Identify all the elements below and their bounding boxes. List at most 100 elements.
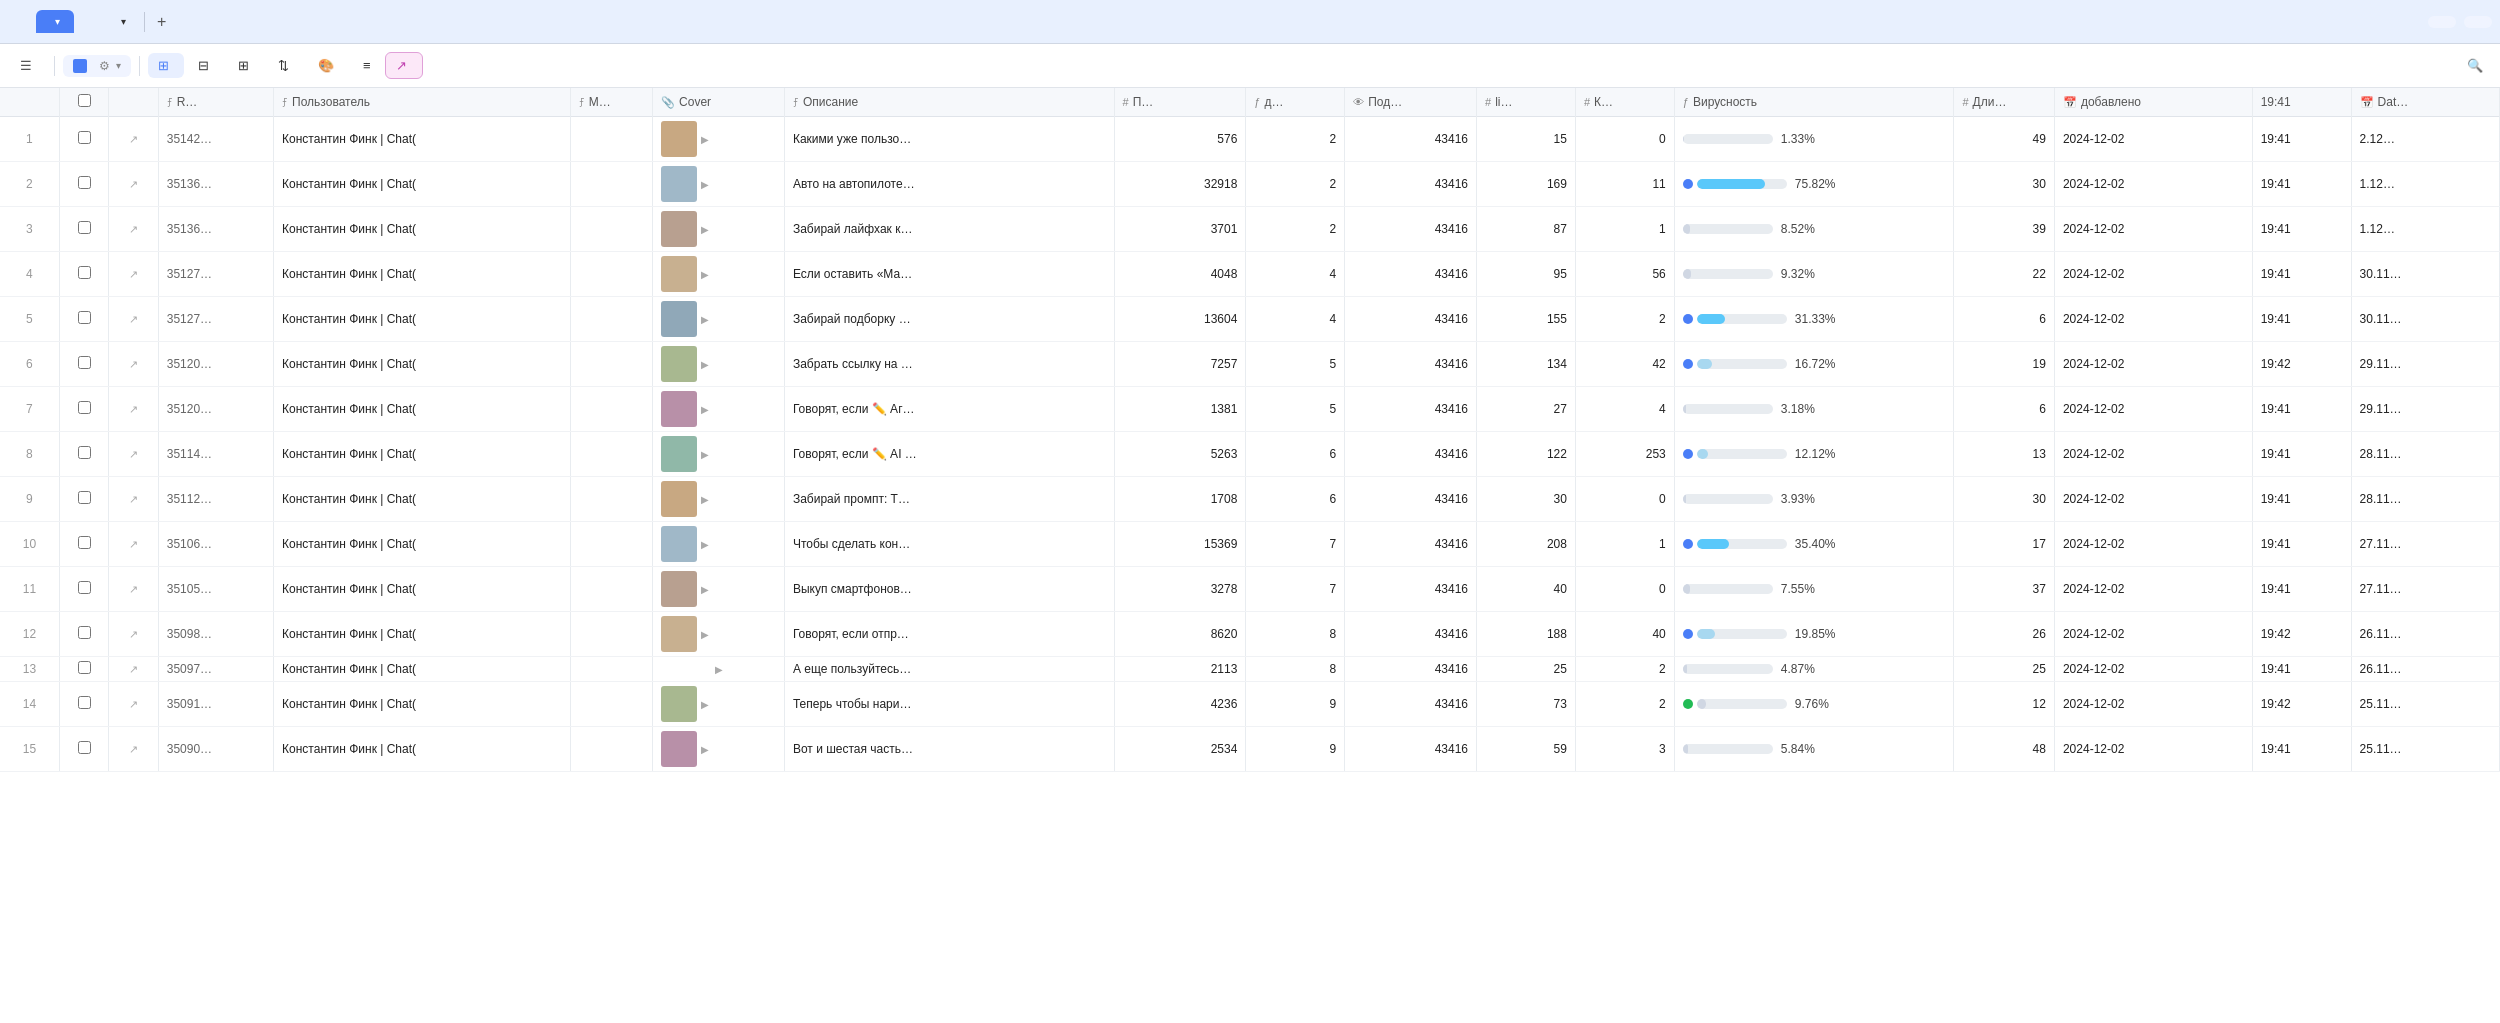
play-icon[interactable]: ▶ — [701, 224, 709, 235]
th-dlin[interactable]: #Дли… — [1954, 88, 2054, 117]
expand-icon[interactable]: ↗ — [129, 698, 138, 710]
th-li[interactable]: #li… — [1477, 88, 1576, 117]
row-checkbox[interactable] — [78, 446, 91, 459]
tab-myaccount[interactable]: ▾ — [102, 10, 140, 33]
th-virus[interactable]: ƒВирусность — [1674, 88, 1954, 117]
play-icon[interactable]: ▶ — [701, 134, 709, 145]
row-checkbox-cell[interactable] — [59, 252, 108, 297]
expand-icon[interactable]: ↗ — [129, 583, 138, 595]
tab-competitors[interactable] — [74, 16, 102, 28]
play-icon[interactable]: ▶ — [701, 314, 709, 325]
filter-button[interactable]: ⊟ — [188, 53, 224, 78]
views-toggle[interactable]: ☰ — [12, 58, 46, 73]
row-checkbox[interactable] — [78, 176, 91, 189]
row-checkbox-cell[interactable] — [59, 522, 108, 567]
select-all-checkbox[interactable] — [78, 94, 91, 107]
expand-icon[interactable]: ↗ — [129, 628, 138, 640]
row-expand-cell[interactable]: ↗ — [109, 477, 158, 522]
sort-button[interactable]: ⇅ — [268, 53, 304, 78]
row-checkbox[interactable] — [78, 131, 91, 144]
th-dat[interactable]: 📅Dat… — [2351, 88, 2499, 117]
expand-icon[interactable]: ↗ — [129, 663, 138, 675]
tab-users[interactable] — [8, 16, 36, 28]
row-expand-cell[interactable]: ↗ — [109, 727, 158, 772]
expand-icon[interactable]: ↗ — [129, 223, 138, 235]
th-k[interactable]: #К… — [1575, 88, 1674, 117]
tools-button[interactable] — [2464, 16, 2492, 28]
row-checkbox-cell[interactable] — [59, 432, 108, 477]
row-checkbox[interactable] — [78, 536, 91, 549]
search-button[interactable]: 🔍 — [2462, 53, 2488, 78]
row-expand-cell[interactable]: ↗ — [109, 162, 158, 207]
row-expand-cell[interactable]: ↗ — [109, 387, 158, 432]
expand-icon[interactable]: ↗ — [129, 178, 138, 190]
row-checkbox[interactable] — [78, 356, 91, 369]
fields-button[interactable]: ≡ — [353, 53, 381, 78]
th-description[interactable]: ꞘОписание — [784, 88, 1114, 117]
row-checkbox-cell[interactable] — [59, 682, 108, 727]
th-d[interactable]: ƒд… — [1246, 88, 1345, 117]
row-checkbox-cell[interactable] — [59, 342, 108, 387]
play-icon[interactable]: ▶ — [701, 179, 709, 190]
row-checkbox[interactable] — [78, 311, 91, 324]
row-checkbox[interactable] — [78, 401, 91, 414]
row-checkbox-cell[interactable] — [59, 207, 108, 252]
play-icon[interactable]: ▶ — [701, 494, 709, 505]
row-expand-cell[interactable]: ↗ — [109, 207, 158, 252]
play-icon[interactable]: ▶ — [701, 699, 709, 710]
expand-icon[interactable]: ↗ — [129, 313, 138, 325]
row-checkbox-cell[interactable] — [59, 477, 108, 522]
expand-icon[interactable]: ↗ — [129, 448, 138, 460]
th-cover[interactable]: 📎Cover — [653, 88, 785, 117]
row-expand-cell[interactable]: ↗ — [109, 657, 158, 682]
th-m[interactable]: ꞘМ… — [570, 88, 652, 117]
expand-icon[interactable]: ↗ — [129, 403, 138, 415]
play-icon[interactable]: ▶ — [701, 629, 709, 640]
play-icon[interactable]: ▶ — [701, 744, 709, 755]
play-icon[interactable]: ▶ — [701, 269, 709, 280]
play-icon[interactable]: ▶ — [701, 359, 709, 370]
th-checkbox[interactable] — [59, 88, 108, 117]
row-expand-cell[interactable]: ↗ — [109, 297, 158, 342]
expand-icon[interactable]: ↗ — [129, 133, 138, 145]
tab-video[interactable]: ▾ — [36, 10, 74, 33]
row-checkbox[interactable] — [78, 581, 91, 594]
row-checkbox-cell[interactable] — [59, 657, 108, 682]
row-checkbox[interactable] — [78, 661, 91, 674]
row-expand-cell[interactable]: ↗ — [109, 117, 158, 162]
row-checkbox-cell[interactable] — [59, 567, 108, 612]
row-expand-cell[interactable]: ↗ — [109, 612, 158, 657]
play-icon[interactable]: ▶ — [701, 404, 709, 415]
group-button[interactable]: ⊞ — [228, 53, 264, 78]
row-expand-cell[interactable]: ↗ — [109, 432, 158, 477]
th-time[interactable]: 19:41 — [2252, 88, 2351, 117]
expand-icon[interactable]: ↗ — [129, 493, 138, 505]
hidden-fields-button[interactable]: ⊞ — [148, 53, 184, 78]
row-expand-cell[interactable]: ↗ — [109, 342, 158, 387]
row-checkbox[interactable] — [78, 491, 91, 504]
th-rid[interactable]: ꞘR… — [158, 88, 273, 117]
row-checkbox-cell[interactable] — [59, 297, 108, 342]
play-icon[interactable]: ▶ — [701, 584, 709, 595]
view-name-selector[interactable]: ⚙ ▾ — [63, 55, 131, 77]
row-checkbox[interactable] — [78, 696, 91, 709]
row-checkbox-cell[interactable] — [59, 612, 108, 657]
play-icon[interactable]: ▶ — [715, 664, 723, 675]
row-expand-cell[interactable]: ↗ — [109, 567, 158, 612]
th-added[interactable]: 📅добавлено — [2054, 88, 2252, 117]
row-checkbox-cell[interactable] — [59, 727, 108, 772]
play-icon[interactable]: ▶ — [701, 539, 709, 550]
row-expand-cell[interactable]: ↗ — [109, 522, 158, 567]
row-checkbox[interactable] — [78, 626, 91, 639]
color-button[interactable]: 🎨 — [308, 53, 349, 78]
row-checkbox[interactable] — [78, 266, 91, 279]
play-icon[interactable]: ▶ — [701, 449, 709, 460]
extensions-button[interactable] — [2428, 16, 2456, 28]
row-checkbox-cell[interactable] — [59, 162, 108, 207]
row-expand-cell[interactable]: ↗ — [109, 682, 158, 727]
expand-icon[interactable]: ↗ — [129, 538, 138, 550]
th-user[interactable]: ꞘПользователь — [274, 88, 571, 117]
th-pod[interactable]: 👁Под… — [1345, 88, 1477, 117]
row-checkbox-cell[interactable] — [59, 387, 108, 432]
expand-icon[interactable]: ↗ — [129, 268, 138, 280]
